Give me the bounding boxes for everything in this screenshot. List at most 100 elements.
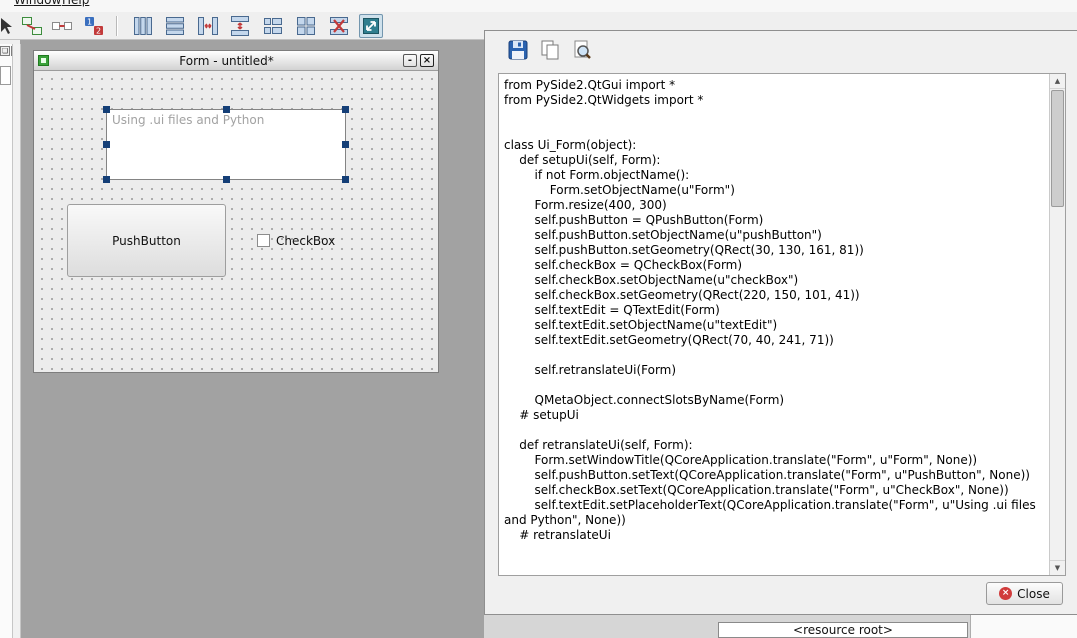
close-button-label: Close [1017,587,1050,601]
left-dock-panel: ❏ × [0,44,12,638]
break-layout-button[interactable] [327,14,351,38]
copy-code-button[interactable] [537,38,563,64]
close-button[interactable]: × Close [986,582,1063,605]
layout-horizontal-icon [132,15,154,37]
code-line: Form.setObjectName(u"Form") [504,183,1049,198]
selection-handle[interactable] [342,106,349,113]
code-line: Form.setWindowTitle(QCoreApplication.tra… [504,453,1049,468]
code-view[interactable]: from PySide2.QtGui import *from PySide2.… [498,73,1066,576]
code-line [504,423,1049,438]
find-code-button[interactable] [569,38,595,64]
textedit-placeholder: Using .ui files and Python [112,113,264,127]
tab-order-icon: 1 2 [83,15,105,37]
edit-widgets-button[interactable] [0,14,16,38]
code-line: self.pushButton.setText(QCoreApplication… [504,468,1049,483]
layout-form-icon [262,15,284,37]
code-line: QMetaObject.connectSlotsByName(Form) [504,393,1049,408]
menubar: Window Help [0,0,1077,12]
form-window-title: Form - untitled* [53,54,400,68]
code-line: self.textEdit.setPlaceholderText(QCoreAp… [504,498,1049,513]
layout-horizontal-splitter-icon [197,15,219,37]
menu-help[interactable]: Help [62,0,89,7]
code-line [504,108,1049,123]
code-line: from PySide2.QtGui import * [504,78,1049,93]
bottom-right-panel [970,615,1077,638]
dock-float-icon[interactable]: ❏ [0,46,10,56]
form-minimize-button[interactable]: - [403,54,417,67]
edit-buddies-button[interactable] [50,14,74,38]
code-scrollbar[interactable]: ▲ ▼ [1049,74,1065,575]
layout-grid-icon [295,15,317,37]
selection-handle[interactable] [103,141,110,148]
left-dock-scrollbar[interactable] [12,44,21,638]
svg-text:2: 2 [96,27,101,36]
code-line: # setupUi [504,408,1049,423]
layout-horizontal-splitter-button[interactable] [196,14,220,38]
code-line: class Ui_Form(object): [504,138,1049,153]
code-line: self.checkBox.setObjectName(u"checkBox") [504,273,1049,288]
bottom-strip: <resource root> [484,615,1077,638]
close-icon: × [999,587,1012,600]
save-icon [506,38,530,65]
save-code-button[interactable] [505,38,531,64]
code-line: and Python", None)) [504,513,1049,528]
selection-handle[interactable] [103,176,110,183]
code-line: self.pushButton.setGeometry(QRect(30, 13… [504,243,1049,258]
code-line: if not Form.objectName(): [504,168,1049,183]
code-line: from PySide2.QtWidgets import * [504,93,1049,108]
code-line: Form.resize(400, 300) [504,198,1049,213]
scroll-down-icon[interactable]: ▼ [1050,560,1065,575]
checkbox-widget[interactable]: CheckBox [257,234,335,247]
layout-form-button[interactable] [261,14,285,38]
toolbar-separator [116,16,117,36]
scroll-up-icon[interactable]: ▲ [1050,74,1065,89]
buddy-icon [51,15,73,37]
signal-slot-icon [21,15,43,37]
menu-window[interactable]: Window [14,0,61,7]
code-line: def setupUi(self, Form): [504,153,1049,168]
layout-horizontal-button[interactable] [131,14,155,38]
form-canvas[interactable]: Using .ui files and Python PushButton Ch… [34,71,438,371]
adjust-size-button[interactable] [359,14,383,38]
selection-handle[interactable] [103,106,110,113]
code-line: self.textEdit = QTextEdit(Form) [504,303,1049,318]
code-preview-dialog: from PySide2.QtGui import *from PySide2.… [484,30,1077,615]
form-window-titlebar[interactable]: Form - untitled* - × [34,51,438,71]
layout-grid-button[interactable] [294,14,318,38]
selection-handle[interactable] [223,106,230,113]
code-line: def retranslateUi(self, Form): [504,438,1049,453]
layout-vertical-icon [164,15,186,37]
code-line: self.pushButton.setObjectName(u"pushButt… [504,228,1049,243]
code-line: self.pushButton = QPushButton(Form) [504,213,1049,228]
layout-vertical-splitter-button[interactable] [228,14,252,38]
checkbox-box[interactable] [257,234,270,247]
code-line [504,123,1049,138]
code-line: self.textEdit.setObjectName(u"textEdit") [504,318,1049,333]
selection-handle[interactable] [342,141,349,148]
code-line [504,348,1049,363]
pushbutton-widget[interactable]: PushButton [67,204,226,277]
layout-vertical-button[interactable] [163,14,187,38]
edit-tab-order-button[interactable]: 1 2 [82,14,106,38]
code-line: self.textEdit.setGeometry(QRect(70, 40, … [504,333,1049,348]
code-line: self.checkBox.setText(QCoreApplication.t… [504,483,1049,498]
selection-handle[interactable] [223,176,230,183]
code-line: self.checkBox.setGeometry(QRect(220, 150… [504,288,1049,303]
code-line: self.retranslateUi(Form) [504,363,1049,378]
widgetbox-filter-input[interactable] [0,66,11,85]
edit-signals-slots-button[interactable] [20,14,44,38]
form-close-button[interactable]: × [420,54,434,67]
scrollbar-thumb[interactable] [1051,90,1064,207]
checkbox-label: CheckBox [276,234,335,248]
find-icon [570,38,594,65]
code-line: # retranslateUi [504,528,1049,543]
resource-root-item[interactable]: <resource root> [718,622,968,638]
textedit-widget[interactable]: Using .ui files and Python [106,109,346,180]
pushbutton-label: PushButton [112,234,181,248]
code-text: from PySide2.QtGui import *from PySide2.… [499,74,1049,575]
code-line: self.checkBox = QCheckBox(Form) [504,258,1049,273]
selection-handle[interactable] [342,176,349,183]
break-layout-icon [328,15,350,37]
code-line [504,378,1049,393]
layout-vertical-splitter-icon [229,15,251,37]
